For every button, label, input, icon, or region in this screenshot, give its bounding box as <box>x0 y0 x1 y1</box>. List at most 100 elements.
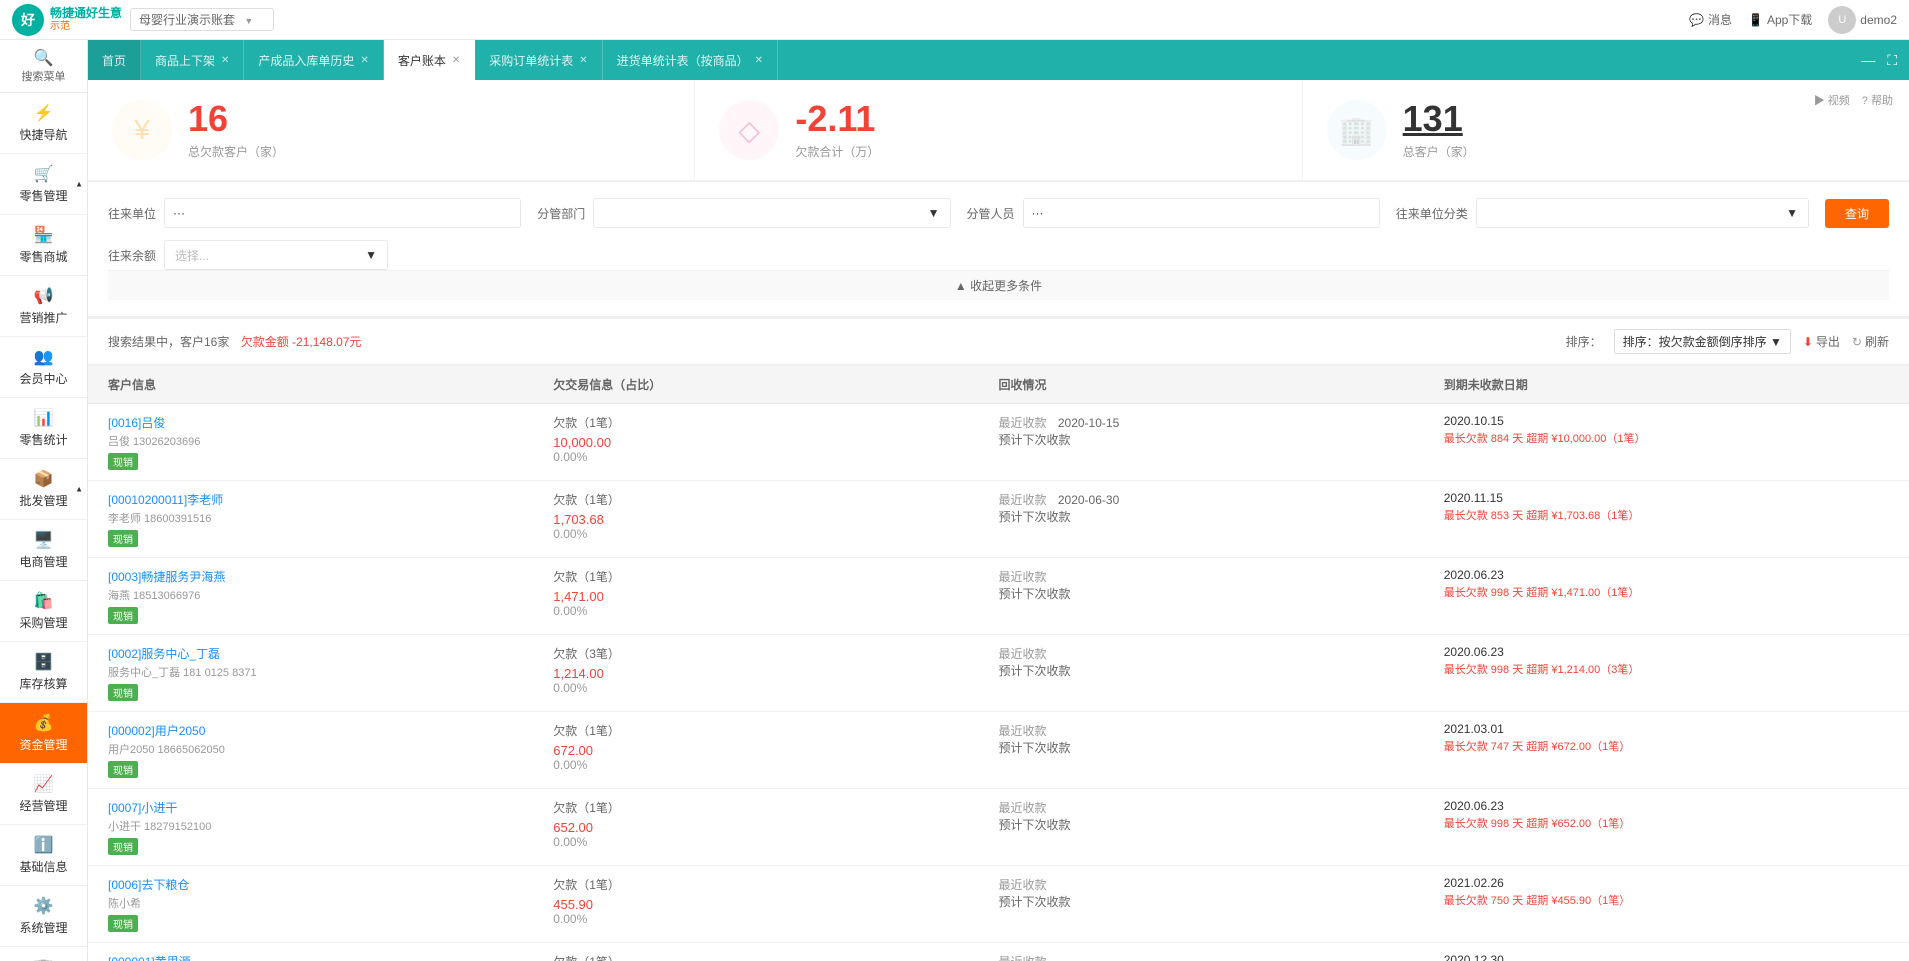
tab-purchase-stats[interactable]: 采购订单统计表 ✕ <box>475 40 602 80</box>
debt-info-cell-1: 欠款（1笔） 1,703.68 0.00% <box>553 491 998 541</box>
manager-input[interactable]: ··· <box>1023 198 1380 228</box>
dept-select[interactable]: ▼ <box>593 198 950 228</box>
overdue-link-0[interactable]: 超期 ¥10,000.00（1笔） <box>1526 433 1645 445</box>
recovery-info-3: 最近收款 <box>999 645 1444 662</box>
top-bar-left: 好 畅捷通好生意 示范 母婴行业演示账套 ▼ <box>12 4 274 36</box>
tab-maximize-btn[interactable]: ⛶ <box>1883 50 1901 71</box>
overdue-link-6[interactable]: 超期 ¥455.90（1笔） <box>1526 895 1630 907</box>
play-icon: ▶ <box>1814 95 1825 107</box>
col-header-overdue: 到期未收款日期 <box>1444 376 1889 393</box>
overdue-link-5[interactable]: 超期 ¥652.00（1笔） <box>1526 818 1630 830</box>
customer-info-cell: [000002]用户2050 用户2050 18665062050 现销 <box>108 722 553 778</box>
stat-help-btn[interactable]: ? 帮助 <box>1862 92 1893 108</box>
sidebar-item-retail-stats[interactable]: 📊 零售统计 <box>0 398 87 459</box>
sidebar-item-retail-mgmt[interactable]: 🛒 零售管理 <box>0 154 87 215</box>
customer-name-link-7[interactable]: [000001]黄思源 <box>108 955 191 961</box>
tab-home[interactable]: 首页 <box>88 40 141 80</box>
overdue-date-1: 2020.11.15 <box>1444 491 1889 505</box>
customer-contact-1: 李老师 18600391516 <box>108 510 553 526</box>
tab-close-prod-history[interactable]: ✕ <box>360 55 368 66</box>
filter-source-unit: 往来单位 ··· <box>108 198 521 228</box>
sidebar-item-member[interactable]: 👥 会员中心 <box>0 337 87 398</box>
tab-stock-stats[interactable]: 进货单统计表（按商品） ✕ <box>603 40 778 80</box>
tab-minimize-btn[interactable]: — <box>1857 50 1879 70</box>
overdue-date-4: 2021.03.01 <box>1444 722 1889 736</box>
debt-count-6: 欠款（1笔） <box>553 876 998 893</box>
overdue-days-4: 最长欠款 747 天 超期 ¥672.00（1笔） <box>1444 738 1889 754</box>
sidebar-item-inventory[interactable]: 🗄️ 库存核算 <box>0 642 87 703</box>
col-header-recovery: 回收情况 <box>999 376 1444 393</box>
customer-contact-5: 小进干 18279152100 <box>108 818 553 834</box>
debt-count-2: 欠款（1笔） <box>553 568 998 585</box>
debt-amount-4: 672.00 <box>553 743 998 758</box>
sidebar-search[interactable]: 🔍 搜索菜单 <box>0 40 87 93</box>
export-btn[interactable]: ⬇ 导出 <box>1803 333 1840 350</box>
sidebar-item-capital[interactable]: 💰 资金管理 <box>0 703 87 764</box>
sort-select[interactable]: 排序：按欠款金额倒序排序 ▼ <box>1614 329 1791 354</box>
debt-amount-3: 1,214.00 <box>553 666 998 681</box>
customer-name-link-6[interactable]: [0006]去下粮仓 <box>108 878 189 892</box>
customer-name-link-1[interactable]: [00010200011]李老师 <box>108 493 223 507</box>
message-btn[interactable]: 💬 消息 <box>1689 11 1732 28</box>
stat-label-debtors: 总欠款客户（家） <box>188 143 284 160</box>
sidebar-item-marketing[interactable]: 📢 营销推广 <box>0 276 87 337</box>
sidebar-item-system[interactable]: ⚙️ 系统管理 <box>0 886 87 947</box>
refresh-btn[interactable]: ↻ 刷新 <box>1852 333 1889 350</box>
store-selector[interactable]: 母婴行业演示账套 ▼ <box>130 8 274 31</box>
sidebar-item-operation[interactable]: 📈 经营管理 <box>0 764 87 825</box>
customer-name-link-0[interactable]: [0016]吕俊 <box>108 416 165 430</box>
debt-ratio-6: 0.00% <box>553 912 998 926</box>
tab-close-purchase-stats[interactable]: ✕ <box>579 55 587 66</box>
app-icon: 📱 <box>1748 13 1763 27</box>
tab-products-off[interactable]: 商品上下架 ✕ <box>141 40 244 80</box>
stat-video-btn[interactable]: ▶ 视频 <box>1814 92 1850 108</box>
customer-name-link-4[interactable]: [000002]用户2050 <box>108 724 205 738</box>
next-recovery-0: 预计下次收款 <box>999 431 1444 448</box>
customer-info-cell: [00010200011]李老师 李老师 18600391516 现销 <box>108 491 553 547</box>
balance-select[interactable]: 选择... ▼ <box>164 240 388 270</box>
customer-tag-0: 现销 <box>108 453 138 470</box>
debt-info-cell-7: 欠款（1笔） 429.00 0.00% <box>553 953 998 961</box>
sidebar-item-quick-nav[interactable]: ⚡ 快捷导航 <box>0 93 87 154</box>
table-row: [00010200011]李老师 李老师 18600391516 现销 欠款（1… <box>88 481 1909 558</box>
overdue-link-4[interactable]: 超期 ¥672.00（1笔） <box>1526 741 1630 753</box>
overdue-link-1[interactable]: 超期 ¥1,703.68（1笔） <box>1526 510 1639 522</box>
overdue-link-2[interactable]: 超期 ¥1,471.00（1笔） <box>1526 587 1639 599</box>
customer-name-link-5[interactable]: [0007]小进干 <box>108 801 177 815</box>
customer-info-cell: [0016]吕俊 吕俊 13026203696 现销 <box>108 414 553 470</box>
next-recovery-6: 预计下次收款 <box>999 893 1444 910</box>
source-unit-input[interactable]: ··· <box>164 198 521 228</box>
overdue-cell-3: 2020.06.23 最长欠款 998 天 超期 ¥1,214.00（3笔） <box>1444 645 1889 677</box>
tab-prod-history[interactable]: 产成品入库单历史 ✕ <box>244 40 383 80</box>
unit-type-select[interactable]: ▼ <box>1476 198 1809 228</box>
sidebar-item-enterprise[interactable]: 🏢 企业协同 <box>0 947 87 961</box>
tab-close-stock-stats[interactable]: ✕ <box>755 55 763 66</box>
result-bar: 搜索结果中，客户16家 欠款金额 -21,148.07元 排序： 排序：按欠款金… <box>88 318 1909 364</box>
debt-amount-2: 1,471.00 <box>553 589 998 604</box>
sidebar-item-purchase-mgmt[interactable]: 🛍️ 采购管理 <box>0 581 87 642</box>
sidebar-item-ecom-mgmt[interactable]: 🖥️ 电商管理 <box>0 520 87 581</box>
customer-name-link-3[interactable]: [0002]服务中心_丁磊 <box>108 647 220 661</box>
query-button[interactable]: 查询 <box>1825 199 1889 228</box>
filter-label-manager: 分管人员 <box>967 205 1015 222</box>
app-download-btn[interactable]: 📱 App下载 <box>1748 11 1812 28</box>
avatar: U <box>1828 6 1856 34</box>
tab-bar-actions: — ⛶ <box>1857 50 1909 71</box>
tab-customer-account[interactable]: 客户账本 ✕ <box>384 40 475 80</box>
customer-info-cell: [0002]服务中心_丁磊 服务中心_丁磊 181 0125 8371 现销 <box>108 645 553 701</box>
overdue-link-3[interactable]: 超期 ¥1,214.00（3笔） <box>1526 664 1639 676</box>
sidebar-item-retail-mall[interactable]: 🏪 零售商城 <box>0 215 87 276</box>
logo-area: 好 畅捷通好生意 示范 <box>12 4 122 36</box>
sidebar-item-batch-mgmt[interactable]: 📦 批发管理 <box>0 459 87 520</box>
tab-close-customer-account[interactable]: ✕ <box>452 55 460 66</box>
user-avatar-area[interactable]: U demo2 <box>1828 6 1897 34</box>
left-label[interactable]: 示范 <box>50 21 122 33</box>
overdue-cell-2: 2020.06.23 最长欠款 998 天 超期 ¥1,471.00（1笔） <box>1444 568 1889 600</box>
tab-close-products-off[interactable]: ✕ <box>221 55 229 66</box>
message-icon: 💬 <box>1689 13 1704 27</box>
collapse-bar[interactable]: ▲ 收起更多条件 <box>108 270 1889 300</box>
sidebar-item-basic-info[interactable]: ℹ️ 基础信息 <box>0 825 87 886</box>
customer-name-link-2[interactable]: [0003]畅捷服务尹海燕 <box>108 570 225 584</box>
collapse-icon: ▲ <box>955 279 967 293</box>
recovery-info-0: 最近收款 2020-10-15 <box>999 414 1444 431</box>
